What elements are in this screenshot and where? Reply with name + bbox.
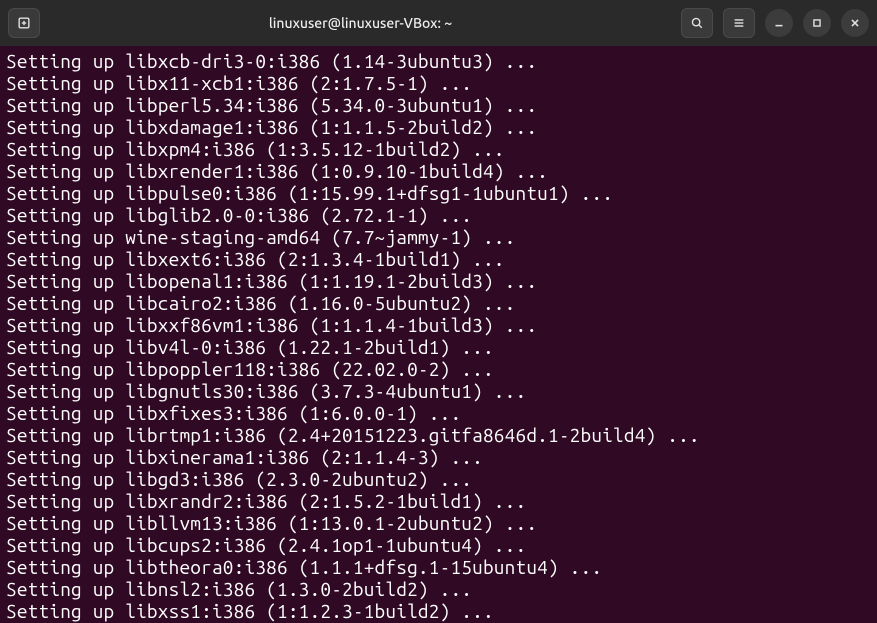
terminal-line: Setting up libgnutls30:i386 (3.7.3-4ubun… [6, 380, 871, 402]
titlebar: linuxuser@linuxuser-VBox: ~ [0, 0, 877, 46]
terminal-line: Setting up libv4l-0:i386 (1.22.1-2build1… [6, 336, 871, 358]
terminal-line: Setting up librtmp1:i386 (2.4+20151223.g… [6, 424, 871, 446]
window-title: linuxuser@linuxuser-VBox: ~ [48, 15, 673, 31]
terminal-line: Setting up libxxf86vm1:i386 (1:1.1.4-1bu… [6, 314, 871, 336]
terminal-line: Setting up libxss1:i386 (1:1.2.3-1build2… [6, 600, 871, 622]
terminal-line: Setting up libxinerama1:i386 (2:1.1.4-3)… [6, 446, 871, 468]
menu-button[interactable] [723, 8, 755, 38]
terminal-line: Setting up libcups2:i386 (2.4.1op1-1ubun… [6, 534, 871, 556]
terminal-line: Setting up libxrandr2:i386 (2:1.5.2-1bui… [6, 490, 871, 512]
terminal-line: Setting up libglib2.0-0:i386 (2.72.1-1) … [6, 204, 871, 226]
terminal-line: Setting up libtheora0:i386 (1.1.1+dfsg.1… [6, 556, 871, 578]
terminal-line: Setting up libopenal1:i386 (1:1.19.1-2bu… [6, 270, 871, 292]
terminal-line: Setting up wine-staging-amd64 (7.7~jammy… [6, 226, 871, 248]
terminal-line: Setting up libnsl2:i386 (1.3.0-2build2) … [6, 578, 871, 600]
terminal-line: Setting up libxdamage1:i386 (1:1.1.5-2bu… [6, 116, 871, 138]
terminal-line: Setting up libcairo2:i386 (1.16.0-5ubunt… [6, 292, 871, 314]
terminal-output[interactable]: Setting up libxcb-dri3-0:i386 (1.14-3ubu… [0, 46, 877, 623]
terminal-line: Setting up libx11-xcb1:i386 (2:1.7.5-1) … [6, 72, 871, 94]
terminal-line: Setting up libxcb-dri3-0:i386 (1.14-3ubu… [6, 50, 871, 72]
terminal-line: Setting up libxext6:i386 (2:1.3.4-1build… [6, 248, 871, 270]
maximize-button[interactable] [803, 9, 831, 37]
minimize-button[interactable] [765, 9, 793, 37]
terminal-line: Setting up libperl5.34:i386 (5.34.0-3ubu… [6, 94, 871, 116]
terminal-line: Setting up libxrender1:i386 (1:0.9.10-1b… [6, 160, 871, 182]
terminal-line: Setting up libpoppler118:i386 (22.02.0-2… [6, 358, 871, 380]
terminal-line: Setting up libllvm13:i386 (1:13.0.1-2ubu… [6, 512, 871, 534]
new-tab-button[interactable] [8, 8, 40, 38]
terminal-line: Setting up libgd3:i386 (2.3.0-2ubuntu2) … [6, 468, 871, 490]
terminal-line: Setting up libxfixes3:i386 (1:6.0.0-1) .… [6, 402, 871, 424]
close-button[interactable] [841, 9, 869, 37]
search-button[interactable] [681, 8, 713, 38]
terminal-line: Setting up libxpm4:i386 (1:3.5.12-1build… [6, 138, 871, 160]
terminal-line: Setting up libpulse0:i386 (1:15.99.1+dfs… [6, 182, 871, 204]
